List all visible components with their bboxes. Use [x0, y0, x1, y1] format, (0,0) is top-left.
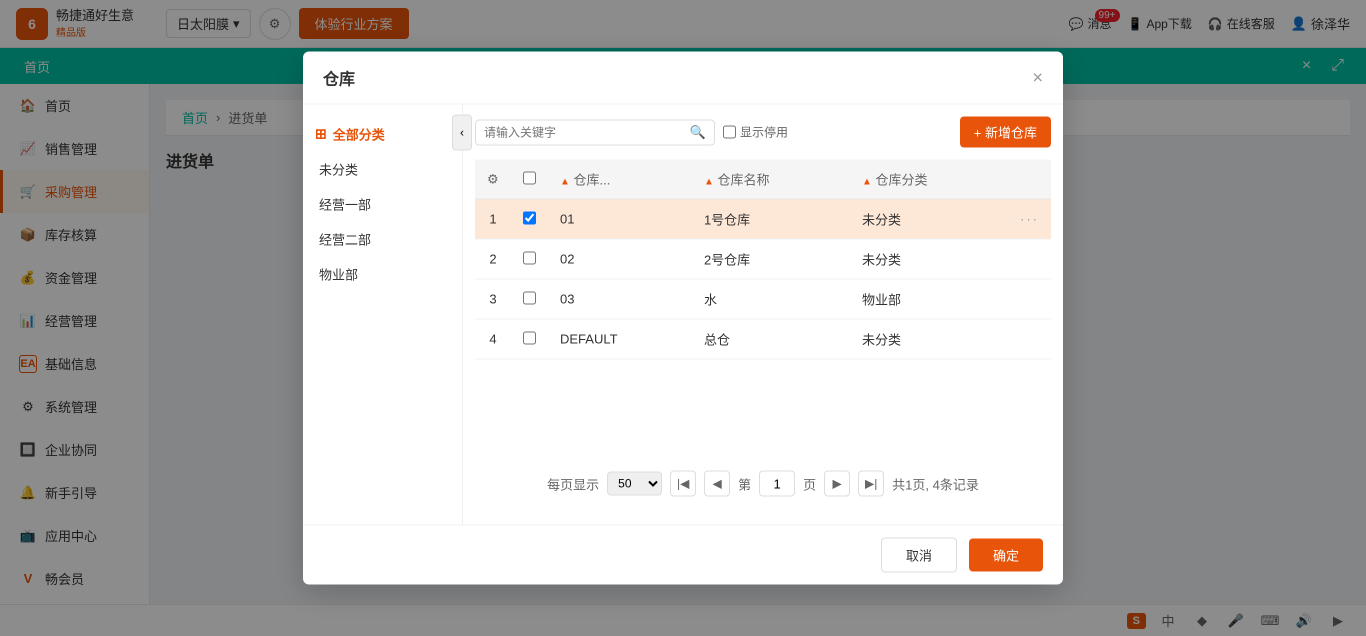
category-all[interactable]: ⊞ 全部分类 — [303, 117, 462, 152]
search-input-wrap: 🔍 — [475, 119, 715, 145]
row-checkbox-cell — [511, 199, 548, 239]
select-all-checkbox[interactable] — [523, 171, 536, 184]
row-checkbox[interactable] — [523, 211, 536, 224]
page-label: 页 — [803, 474, 816, 493]
add-warehouse-button[interactable]: + 新增仓库 — [960, 117, 1051, 148]
th-name: ▲ 仓库名称 — [692, 160, 850, 200]
cancel-button[interactable]: 取消 — [881, 538, 957, 573]
row-checkbox-cell — [511, 279, 548, 319]
row-category: 物业部 — [850, 279, 1008, 319]
row-name: 水 — [692, 279, 850, 319]
row-number: 1 — [475, 199, 511, 239]
warehouse-table: ⚙ ▲ 仓库... ▲ 仓库名称 — [475, 160, 1051, 360]
row-checkbox[interactable] — [523, 251, 536, 264]
settings-icon[interactable]: ⚙ — [487, 171, 499, 186]
category-panel: ⊞ 全部分类 ‹ 未分类 经营一部 经营二部 物业部 — [303, 105, 463, 525]
modal-header: 仓库 × — [303, 52, 1063, 105]
row-category: 未分类 — [850, 239, 1008, 279]
row-action: ··· — [1008, 199, 1051, 239]
category-unclassified[interactable]: 未分类 — [303, 152, 462, 187]
search-icon[interactable]: 🔍 — [690, 124, 706, 140]
table-row[interactable]: 1 01 1号仓库 未分类 ··· — [475, 199, 1051, 239]
row-number: 2 — [475, 239, 511, 279]
th-action — [1008, 160, 1051, 200]
row-name: 1号仓库 — [692, 199, 850, 239]
row-code: 02 — [548, 239, 692, 279]
row-checkbox-cell — [511, 319, 548, 359]
search-input[interactable] — [484, 125, 690, 139]
page-input[interactable] — [759, 471, 795, 497]
row-checkbox-cell — [511, 239, 548, 279]
row-code: DEFAULT — [548, 319, 692, 359]
row-action — [1008, 279, 1051, 319]
row-category: 未分类 — [850, 319, 1008, 359]
table-row[interactable]: 4 DEFAULT 总仓 未分类 — [475, 319, 1051, 359]
row-category: 未分类 — [850, 199, 1008, 239]
per-page-label: 每页显示 — [547, 474, 599, 493]
row-checkbox[interactable] — [523, 291, 536, 304]
row-action — [1008, 239, 1051, 279]
row-name: 2号仓库 — [692, 239, 850, 279]
pagination: 每页显示 50 10 20 100 |◀ ◀ 第 页 ▶ ▶| 共1页, 4条记… — [475, 455, 1051, 513]
modal-footer: 取消 确定 — [303, 525, 1063, 585]
table-header-row: ⚙ ▲ 仓库... ▲ 仓库名称 — [475, 160, 1051, 200]
th-category: ▲ 仓库分类 — [850, 160, 1008, 200]
show-disabled-checkbox[interactable]: 显示停用 — [723, 124, 788, 141]
page-next-button[interactable]: ▶ — [824, 471, 850, 497]
modal-close-button[interactable]: × — [1032, 67, 1043, 88]
category-operations2[interactable]: 经营二部 — [303, 222, 462, 257]
row-number: 3 — [475, 279, 511, 319]
row-checkbox[interactable] — [523, 331, 536, 344]
page-word: 第 — [738, 474, 751, 493]
row-action — [1008, 319, 1051, 359]
modal-body: ⊞ 全部分类 ‹ 未分类 经营一部 经营二部 物业部 🔍 显示停用 + 新增仓库 — [303, 105, 1063, 525]
table-row[interactable]: 3 03 水 物业部 — [475, 279, 1051, 319]
grid-icon: ⊞ — [315, 126, 327, 143]
page-first-button[interactable]: |◀ — [670, 471, 696, 497]
collapse-category-button[interactable]: ‹ — [452, 115, 472, 151]
row-name: 总仓 — [692, 319, 850, 359]
warehouse-modal: 仓库 × ⊞ 全部分类 ‹ 未分类 经营一部 经营二部 物业部 🔍 — [303, 52, 1063, 585]
row-code: 03 — [548, 279, 692, 319]
page-prev-button[interactable]: ◀ — [704, 471, 730, 497]
th-checkbox — [511, 160, 548, 200]
th-settings: ⚙ — [475, 160, 511, 200]
per-page-select[interactable]: 50 10 20 100 — [607, 472, 662, 496]
th-code-label: 仓库... — [574, 173, 611, 188]
table-row[interactable]: 2 02 2号仓库 未分类 — [475, 239, 1051, 279]
disabled-checkbox[interactable] — [723, 126, 736, 139]
show-disabled-label: 显示停用 — [740, 124, 788, 141]
sort-icon-name: ▲ — [704, 177, 714, 188]
page-last-button[interactable]: ▶| — [858, 471, 884, 497]
th-category-label: 仓库分类 — [875, 173, 927, 188]
row-code: 01 — [548, 199, 692, 239]
modal-title: 仓库 — [323, 66, 355, 90]
total-info: 共1页, 4条记录 — [892, 474, 979, 493]
category-operations1[interactable]: 经营一部 — [303, 187, 462, 222]
sort-icon-category: ▲ — [862, 177, 872, 188]
th-name-label: 仓库名称 — [717, 173, 769, 188]
confirm-button[interactable]: 确定 — [969, 539, 1043, 572]
table-panel: 🔍 显示停用 + 新增仓库 ⚙ — [463, 105, 1063, 525]
category-property[interactable]: 物业部 — [303, 257, 462, 292]
category-all-label: 全部分类 — [333, 125, 385, 144]
table-toolbar: 🔍 显示停用 + 新增仓库 — [475, 117, 1051, 148]
row-number: 4 — [475, 319, 511, 359]
table-body: 1 01 1号仓库 未分类 ··· 2 02 2号仓库 未分类 3 03 水 物… — [475, 199, 1051, 359]
th-code: ▲ 仓库... — [548, 160, 692, 200]
sort-icon-code: ▲ — [560, 177, 570, 188]
action-menu[interactable]: ··· — [1020, 212, 1039, 227]
